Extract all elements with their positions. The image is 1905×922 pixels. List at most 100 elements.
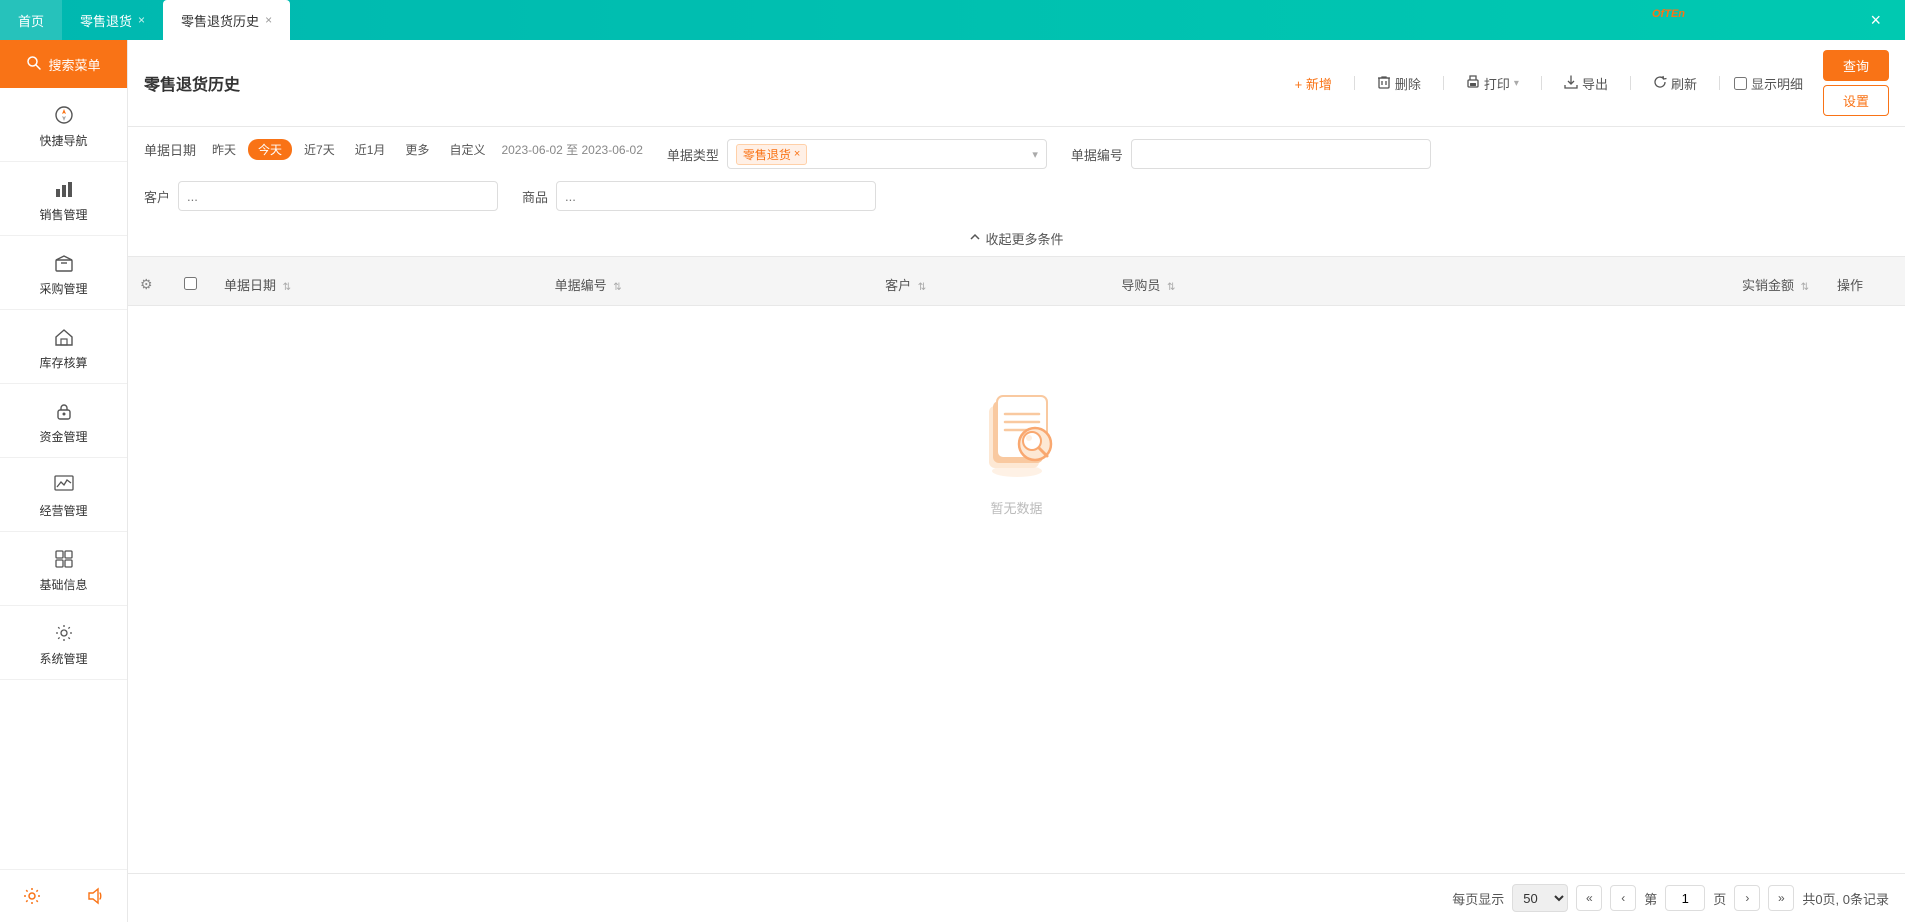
gear-bottom-icon[interactable] [18,882,46,910]
date-opt-yesterday[interactable]: 昨天 [204,139,244,160]
sidebar-search-button[interactable]: 搜索菜单 [0,40,127,88]
amount-sort-icon[interactable]: ⇅ [1801,282,1809,293]
sidebar-item-system[interactable]: 系统管理 [0,606,127,680]
sidebar-bottom [0,869,127,922]
date-opt-last1month[interactable]: 近1月 [347,139,394,160]
page-number-input[interactable] [1665,885,1705,911]
page-unit: 页 [1713,889,1726,908]
print-icon [1466,75,1480,92]
page-header: 零售退货历史 + 新增 删除 [128,40,1905,127]
voucher-type-tag-close[interactable]: × [794,148,800,160]
collapse-up-icon [969,231,981,246]
customer-input[interactable] [178,181,498,211]
tab-retail-return-close[interactable]: × [138,13,145,27]
th-amount-label: 实销金额 [1742,278,1794,293]
pagination-bar: 每页显示 10 20 50 100 « ‹ 第 页 › » 共0页, 0条记录 [128,873,1905,922]
date-opt-custom[interactable]: 自定义 [441,139,493,160]
prev-page-button[interactable]: ‹ [1610,885,1636,911]
refresh-button[interactable]: 刷新 [1645,70,1705,97]
guide-sort-icon[interactable]: ⇅ [1167,282,1175,293]
tab-retail-return[interactable]: 零售退货 × [62,0,163,40]
filter-row-1: 单据日期 昨天 今天 近7天 近1月 更多 自定义 2023-06-02 至 2… [144,139,1889,169]
add-button[interactable]: + 新增 [1287,70,1340,97]
warehouse-icon [53,326,75,348]
settings-icon [53,622,75,644]
date-opt-more[interactable]: 更多 [397,139,437,160]
grid-icon [53,548,75,570]
voucher-no-filter-item: 单据编号 [1071,139,1431,169]
th-ops-label: 操作 [1837,278,1863,293]
tab-list: 首页 零售退货 × 零售退货历史 × [0,0,290,40]
sidebar-item-purchase-mgmt[interactable]: 采购管理 [0,236,127,310]
customer-sort-icon[interactable]: ⇅ [918,282,926,293]
export-button[interactable]: 导出 [1556,70,1616,97]
voucher-type-tag: 零售退货 × [736,144,807,165]
print-dropdown-icon: ▾ [1514,78,1519,89]
th-spacer [1393,265,1480,305]
collapse-button[interactable]: 收起更多条件 [144,223,1889,256]
th-gear: ⚙ [128,265,172,305]
query-button[interactable]: 查询 [1823,50,1889,81]
select-tag-group: 零售退货 × [736,144,807,165]
page-title: 零售退货历史 [144,71,240,95]
show-details-checkbox[interactable]: 显示明细 [1734,74,1803,93]
tab-retail-return-history[interactable]: 零售退货历史 × [163,0,290,40]
export-icon [1564,75,1578,92]
compass-icon [53,104,75,126]
sidebar-item-basic-info[interactable]: 基础信息 [0,532,127,606]
divider2 [1443,76,1444,90]
divider3 [1541,76,1542,90]
customer-filter-item: 客户 [144,181,498,211]
th-amount: 实销金额 ⇅ [1480,265,1825,305]
lock-icon [53,400,75,422]
table-header-row: ⚙ 单据日期 ⇅ 单据编号 ⇅ [128,265,1905,305]
content-area: 零售退货历史 + 新增 删除 [128,40,1905,922]
voucher-no-input[interactable] [1131,139,1431,169]
search-icon [26,55,42,74]
th-guide: 导购员 ⇅ [1109,265,1392,305]
first-page-button[interactable]: « [1576,885,1602,911]
filter-area: 单据日期 昨天 今天 近7天 近1月 更多 自定义 2023-06-02 至 2… [128,127,1905,257]
main-layout: 搜索菜单 快捷导航 销售管理 [0,40,1905,922]
th-date: 单据日期 ⇅ [212,265,543,305]
col-settings-icon[interactable]: ⚙ [140,276,153,292]
date-options: 昨天 今天 近7天 近1月 更多 自定义 2023-06-02 至 2023-0… [204,139,643,160]
next-page-button[interactable]: › [1734,885,1760,911]
sidebar-item-quick-nav[interactable]: 快捷导航 [0,88,127,162]
top-bar: 首页 零售退货 × 零售退货历史 × OfTEn × [0,0,1905,40]
show-details-input[interactable] [1734,77,1747,90]
tab-home[interactable]: 首页 [0,0,62,40]
last-page-button[interactable]: » [1768,885,1794,911]
sidebar-item-sales-mgmt[interactable]: 销售管理 [0,162,127,236]
th-date-label: 单据日期 [224,278,276,293]
window-close-button[interactable]: × [1862,10,1889,31]
select-all-checkbox[interactable] [184,277,197,290]
th-checkbox [172,265,212,305]
per-page-select[interactable]: 10 20 50 100 [1512,884,1568,912]
voucher-type-filter-item: 单据类型 零售退货 × ▾ [667,139,1047,169]
delete-button[interactable]: 删除 [1369,70,1429,97]
box-icon [53,252,75,274]
print-button[interactable]: 打印 ▾ [1458,70,1527,97]
data-table: ⚙ 单据日期 ⇅ 单据编号 ⇅ [128,265,1905,306]
page-label: 第 [1644,889,1657,908]
settings-button[interactable]: 设置 [1823,85,1889,116]
sidebar-item-operations[interactable]: 经营管理 [0,458,127,532]
volume-icon[interactable] [81,882,109,910]
date-opt-today[interactable]: 今天 [248,139,292,160]
date-filter-item: 单据日期 昨天 今天 近7天 近1月 更多 自定义 2023-06-02 至 2… [144,139,643,160]
date-filter-group: 昨天 今天 近7天 近1月 更多 自定义 2023-06-02 至 2023-0… [204,139,643,160]
divider1 [1354,76,1355,90]
goods-input[interactable] [556,181,876,211]
date-sort-icon[interactable]: ⇅ [283,282,291,293]
total-info: 共0页, 0条记录 [1802,889,1889,908]
bar-chart-icon [53,474,75,496]
tab-retail-return-history-close[interactable]: × [265,13,272,27]
th-customer-label: 客户 [885,278,911,293]
date-opt-last7[interactable]: 近7天 [296,139,343,160]
sidebar-item-inventory[interactable]: 库存核算 [0,310,127,384]
voucher-type-select[interactable]: 零售退货 × ▾ [727,139,1047,169]
sidebar-item-finance[interactable]: 资金管理 [0,384,127,458]
no-sort-icon[interactable]: ⇅ [613,282,621,293]
th-customer: 客户 ⇅ [873,265,1109,305]
